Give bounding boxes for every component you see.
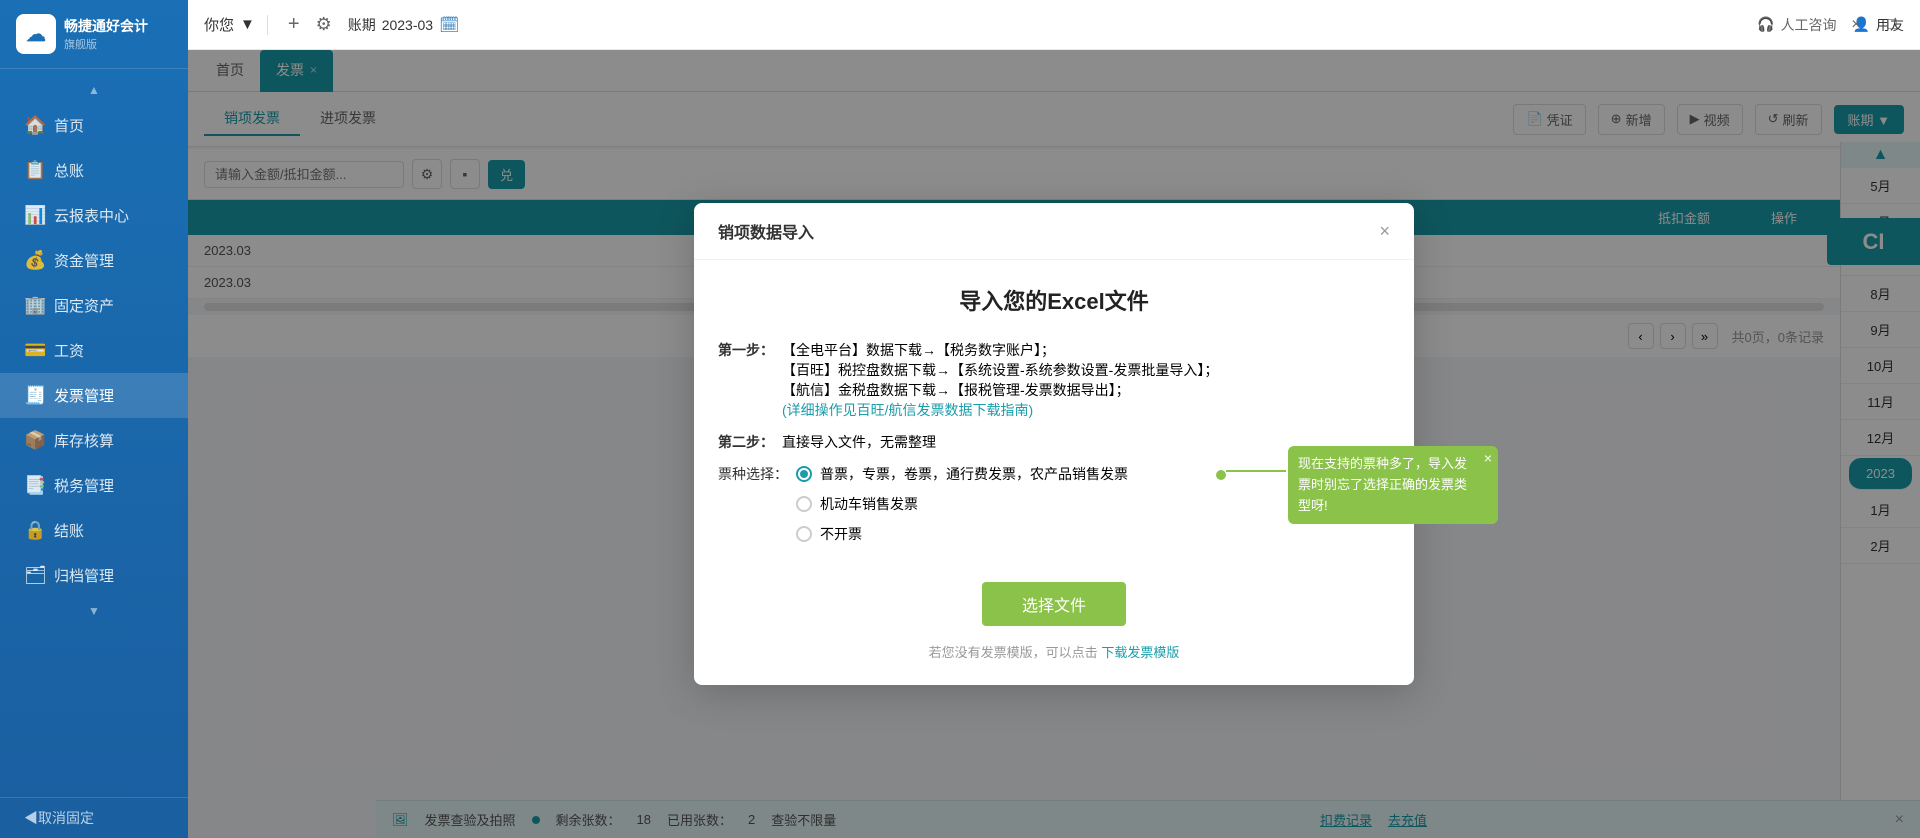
step1-row: 第一步： 【全电平台】数据下载→【税务数字账户】； 【百旺】税控盘数据下载→【系…	[718, 340, 1390, 420]
sidebar-item-payroll[interactable]: 💳 工资	[0, 328, 188, 373]
sidebar: ☁ 畅捷通好会计 旗舰版 ▲ 🏠 首页 📋 总账 📊 云报表中心 💰 资金管理 …	[0, 0, 188, 838]
radio-general[interactable]	[796, 466, 812, 482]
calendar-icon[interactable]: 🗓	[439, 15, 459, 35]
sidebar-item-label: 归档管理	[54, 565, 114, 586]
step1-label: 第一步：	[718, 340, 774, 420]
sidebar-item-settlement[interactable]: 🔒 结账	[0, 508, 188, 553]
modal-title: 销项数据导入	[718, 219, 814, 243]
download-template-link[interactable]: 下载发票模版	[1101, 645, 1179, 660]
sidebar-item-label: 发票管理	[54, 385, 114, 406]
tooltip-anchor: 现在支持的票种多了，导入发票时别忘了选择正确的发票类型呀! ×	[1216, 466, 1226, 482]
tooltip-close-button[interactable]: ×	[1484, 450, 1492, 466]
inventory-icon: 📦	[24, 430, 44, 451]
ticket-option-general: 普票，专票，卷票，通行费发票，农产品销售发票 现在支持的票种多了，导入发票时别忘…	[796, 464, 1226, 484]
funds-icon: 💰	[24, 250, 44, 271]
sidebar-scroll-up[interactable]: ▲	[0, 77, 188, 103]
modal-overlay: 销项数据导入 × 导入您的Excel文件 第一步： 【全电平台】数据下载→【税务…	[188, 50, 1920, 838]
sidebar-item-invoice[interactable]: 🧾 发票管理	[0, 373, 188, 418]
gear-icon[interactable]: ⚙	[316, 14, 332, 35]
radio-motor[interactable]	[796, 496, 812, 512]
chevron-down-icon: ▼	[240, 16, 255, 33]
topbar-divider	[267, 15, 268, 35]
modal-header: 销项数据导入 ×	[694, 203, 1414, 260]
ticket-option-motor: 机动车销售发票	[796, 494, 1226, 514]
sidebar-item-label: 库存核算	[54, 430, 114, 451]
tooltip-dot	[1216, 470, 1226, 480]
headset-icon: 🎧	[1757, 16, 1774, 33]
cloud-report-icon: 📊	[24, 205, 44, 226]
guide-link[interactable]: (详细操作见百旺/航信发票数据下载指南)	[782, 402, 1033, 418]
step1-line1: 【全电平台】数据下载→【税务数字账户】；	[782, 340, 1390, 360]
step1-line3: 【航信】金税盘数据下载→【报税管理-发票数据导出】；	[782, 380, 1390, 400]
modal-body: 导入您的Excel文件 第一步： 【全电平台】数据下载→【税务数字账户】； 【百…	[694, 260, 1414, 685]
import-modal: 销项数据导入 × 导入您的Excel文件 第一步： 【全电平台】数据下载→【税务…	[694, 203, 1414, 685]
tooltip-line	[1226, 470, 1286, 472]
topbar: 你您 ▼ + ⚙ 账期 2023-03 🗓 🎧 人工咨询 👤 用友	[188, 0, 1920, 50]
sidebar-item-label: 税务管理	[54, 475, 114, 496]
step2-label: 第二步：	[718, 432, 774, 452]
sidebar-item-assets[interactable]: 🏢 固定资产	[0, 283, 188, 328]
sidebar-item-ledger[interactable]: 📋 总账	[0, 148, 188, 193]
tooltip-text: 现在支持的票种多了，导入发票时别忘了选择正确的发票类型呀!	[1298, 456, 1467, 513]
choose-file-button[interactable]: 选择文件	[982, 582, 1126, 626]
modal-close-button[interactable]: ×	[1379, 221, 1390, 242]
ledger-icon: 📋	[24, 160, 44, 181]
sidebar-item-cloud-report[interactable]: 📊 云报表中心	[0, 193, 188, 238]
sidebar-item-archive[interactable]: 🗂 归档管理	[0, 553, 188, 598]
payroll-icon: 💳	[24, 340, 44, 361]
step1-content: 【全电平台】数据下载→【税务数字账户】； 【百旺】税控盘数据下载→【系统设置-系…	[782, 340, 1390, 420]
sidebar-item-label: 云报表中心	[54, 205, 129, 226]
sidebar-scroll-down[interactable]: ▼	[0, 598, 188, 624]
ticket-option-noinvoice: 不开票	[796, 524, 1226, 544]
sidebar-item-tax[interactable]: 📑 税务管理	[0, 463, 188, 508]
invoice-icon: 🧾	[24, 385, 44, 406]
window-controls: × □	[1828, 0, 1920, 50]
sidebar-item-funds[interactable]: 💰 资金管理	[0, 238, 188, 283]
sidebar-item-label: 首页	[54, 115, 84, 136]
sidebar-item-inventory[interactable]: 📦 库存核算	[0, 418, 188, 463]
app-logo-text: 畅捷通好会计 旗舰版	[64, 16, 148, 52]
assets-icon: 🏢	[24, 295, 44, 316]
company-selector[interactable]: 你您 ▼	[204, 14, 255, 35]
modal-footer: 若您没有发票模版，可以点击 下载发票模版	[718, 642, 1390, 661]
ticket-label: 票种选择：	[718, 464, 788, 484]
sidebar-nav: ▲ 🏠 首页 📋 总账 📊 云报表中心 💰 资金管理 🏢 固定资产 💳 工资 🧾…	[0, 69, 188, 797]
maximize-window-button[interactable]: □	[1880, 13, 1904, 37]
sidebar-item-home[interactable]: 🏠 首页	[0, 103, 188, 148]
settlement-icon: 🔒	[24, 520, 44, 541]
consult-button[interactable]: 🎧 人工咨询	[1757, 15, 1836, 35]
tax-icon: 📑	[24, 475, 44, 496]
modal-section-title: 导入您的Excel文件	[718, 284, 1390, 316]
step1-line2: 【百旺】税控盘数据下载→【系统设置-系统参数设置-发票批量导入】；	[782, 360, 1390, 380]
main-content: 首页 发票 × 销项发票 进项发票 📄 凭证 ⊕ 新增	[188, 50, 1920, 838]
sidebar-cancel-pin[interactable]: ◀取消固定	[0, 797, 188, 838]
sidebar-item-label: 总账	[54, 160, 84, 181]
ticket-options: 普票，专票，卷票，通行费发票，农产品销售发票 现在支持的票种多了，导入发票时别忘…	[796, 464, 1226, 554]
sidebar-item-label: 结账	[54, 520, 84, 541]
ticket-motor-label: 机动车销售发票	[820, 494, 918, 514]
archive-icon: 🗂	[24, 565, 44, 586]
app-logo-icon: ☁	[16, 14, 56, 54]
period-display: 账期 2023-03 🗓	[348, 15, 460, 35]
ticket-selection: 票种选择： 普票，专票，卷票，通行费发票，农产品销售发票 现在支持的票	[718, 464, 1390, 554]
close-window-button[interactable]: ×	[1844, 13, 1868, 37]
home-icon: 🏠	[24, 115, 44, 136]
sidebar-item-label: 工资	[54, 340, 84, 361]
sidebar-item-label: 固定资产	[54, 295, 114, 316]
step1-link-row: (详细操作见百旺/航信发票数据下载指南)	[782, 400, 1390, 420]
tooltip-bubble: 现在支持的票种多了，导入发票时别忘了选择正确的发票类型呀! ×	[1288, 446, 1498, 524]
radio-noinvoice[interactable]	[796, 526, 812, 542]
ticket-general-label: 普票，专票，卷票，通行费发票，农产品销售发票	[820, 464, 1128, 484]
sidebar-item-label: 资金管理	[54, 250, 114, 271]
sidebar-logo: ☁ 畅捷通好会计 旗舰版	[0, 0, 188, 69]
ticket-noinvoice-label: 不开票	[820, 524, 862, 544]
add-button[interactable]: +	[288, 13, 300, 36]
